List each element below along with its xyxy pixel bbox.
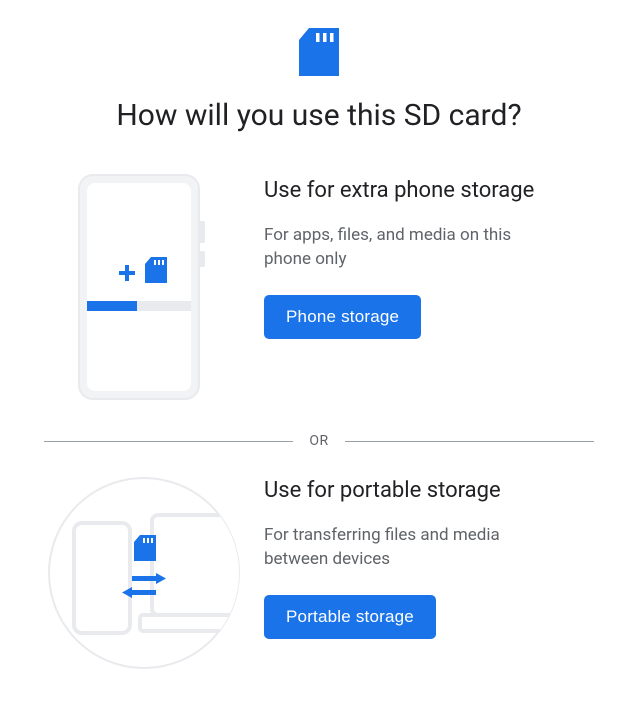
option-phone-storage: Use for extra phone storage For apps, fi…: [0, 173, 638, 403]
divider-line-left: [44, 441, 293, 442]
option-desc-portable: For transferring files and media between…: [264, 523, 524, 571]
sd-card-icon: [0, 28, 638, 76]
option-portable-storage: Use for portable storage For transferrin…: [0, 473, 638, 673]
phone-storage-illustration: [44, 173, 244, 403]
portable-storage-illustration: [44, 473, 244, 673]
option-title-phone: Use for extra phone storage: [264, 177, 594, 205]
portable-storage-button[interactable]: Portable storage: [264, 595, 436, 639]
phone-storage-button[interactable]: Phone storage: [264, 295, 421, 339]
divider: OR: [0, 433, 638, 449]
option-desc-phone: For apps, files, and media on this phone…: [264, 223, 524, 271]
option-title-portable: Use for portable storage: [264, 477, 594, 505]
divider-line-right: [345, 441, 594, 442]
page-title: How will you use this SD card?: [0, 98, 638, 133]
divider-label: OR: [293, 433, 344, 449]
